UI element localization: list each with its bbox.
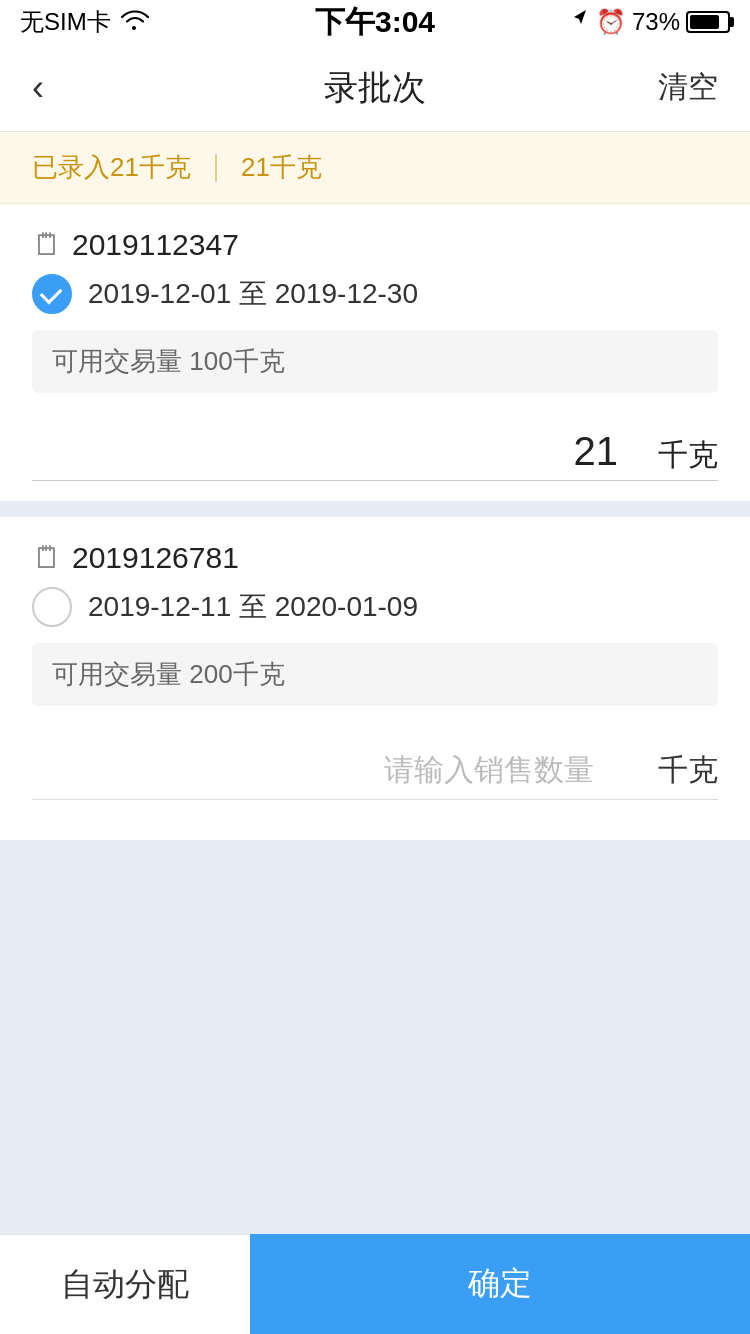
qty-inner-1: 21 千克 bbox=[0, 421, 750, 480]
status-time: 下午3:04 bbox=[315, 2, 435, 43]
input-placeholder-2: 请输入销售数量 bbox=[384, 750, 594, 791]
confirm-button[interactable]: 确定 bbox=[250, 1234, 750, 1334]
quantity-value-1: 21 bbox=[574, 429, 619, 474]
doc-icon-1: 🗒 bbox=[32, 228, 62, 262]
clear-button[interactable]: 清空 bbox=[658, 67, 718, 108]
radio-2[interactable] bbox=[32, 587, 72, 627]
item-date-1: 2019-12-01 至 2019-12-30 bbox=[88, 275, 418, 313]
info-label: 已录入21千克 bbox=[32, 150, 191, 185]
quantity-wrapper-1: 21 千克 bbox=[0, 421, 750, 501]
info-divider bbox=[215, 154, 217, 182]
input-row-2: 请输入销售数量 千克 bbox=[0, 734, 750, 795]
input-wrapper-2: 请输入销售数量 千克 bbox=[0, 734, 750, 840]
item-avail-1: 可用交易量 100千克 bbox=[32, 330, 718, 393]
doc-icon-2: 🗒 bbox=[32, 541, 62, 575]
info-value: 21千克 bbox=[241, 150, 322, 185]
item-avail-2: 可用交易量 200千克 bbox=[32, 643, 718, 706]
status-left: 无SIM卡 bbox=[20, 6, 149, 38]
divider-1 bbox=[32, 480, 718, 481]
status-bar: 无SIM卡 下午3:04 ⏰ 73% bbox=[0, 0, 750, 44]
item-header-1: 🗒 2019112347 bbox=[32, 228, 718, 262]
separator-1 bbox=[0, 501, 750, 517]
item-id-1: 2019112347 bbox=[72, 228, 239, 262]
alarm-icon: ⏰ bbox=[596, 8, 626, 36]
battery-percent: 73% bbox=[632, 8, 680, 36]
input-divider-2 bbox=[32, 799, 718, 800]
radio-1[interactable] bbox=[32, 274, 72, 314]
status-right: ⏰ 73% bbox=[572, 8, 730, 36]
item-id-2: 2019126781 bbox=[72, 541, 239, 575]
item-date-2: 2019-12-11 至 2020-01-09 bbox=[88, 588, 418, 626]
bottom-bar: 自动分配 确定 bbox=[0, 1234, 750, 1334]
item-date-row-1: 2019-12-01 至 2019-12-30 bbox=[32, 274, 718, 314]
nav-bar: ‹ 录批次 清空 bbox=[0, 44, 750, 132]
item-card-1[interactable]: 🗒 2019112347 2019-12-01 至 2019-12-30 可用交… bbox=[0, 204, 750, 421]
back-button[interactable]: ‹ bbox=[32, 67, 92, 109]
page-title: 录批次 bbox=[324, 65, 426, 111]
empty-area bbox=[0, 840, 750, 1240]
item-date-row-2: 2019-12-11 至 2020-01-09 bbox=[32, 587, 718, 627]
sim-text: 无SIM卡 bbox=[20, 6, 111, 38]
quantity-unit-1: 千克 bbox=[658, 435, 718, 476]
info-banner: 已录入21千克 21千克 bbox=[0, 132, 750, 204]
item-card-2[interactable]: 🗒 2019126781 2019-12-11 至 2020-01-09 可用交… bbox=[0, 517, 750, 734]
location-icon bbox=[572, 8, 590, 36]
auto-distribute-button[interactable]: 自动分配 bbox=[0, 1234, 250, 1334]
wifi-icon bbox=[119, 8, 149, 36]
item-header-2: 🗒 2019126781 bbox=[32, 541, 718, 575]
battery-icon bbox=[686, 11, 730, 33]
input-unit-2: 千克 bbox=[658, 750, 718, 791]
